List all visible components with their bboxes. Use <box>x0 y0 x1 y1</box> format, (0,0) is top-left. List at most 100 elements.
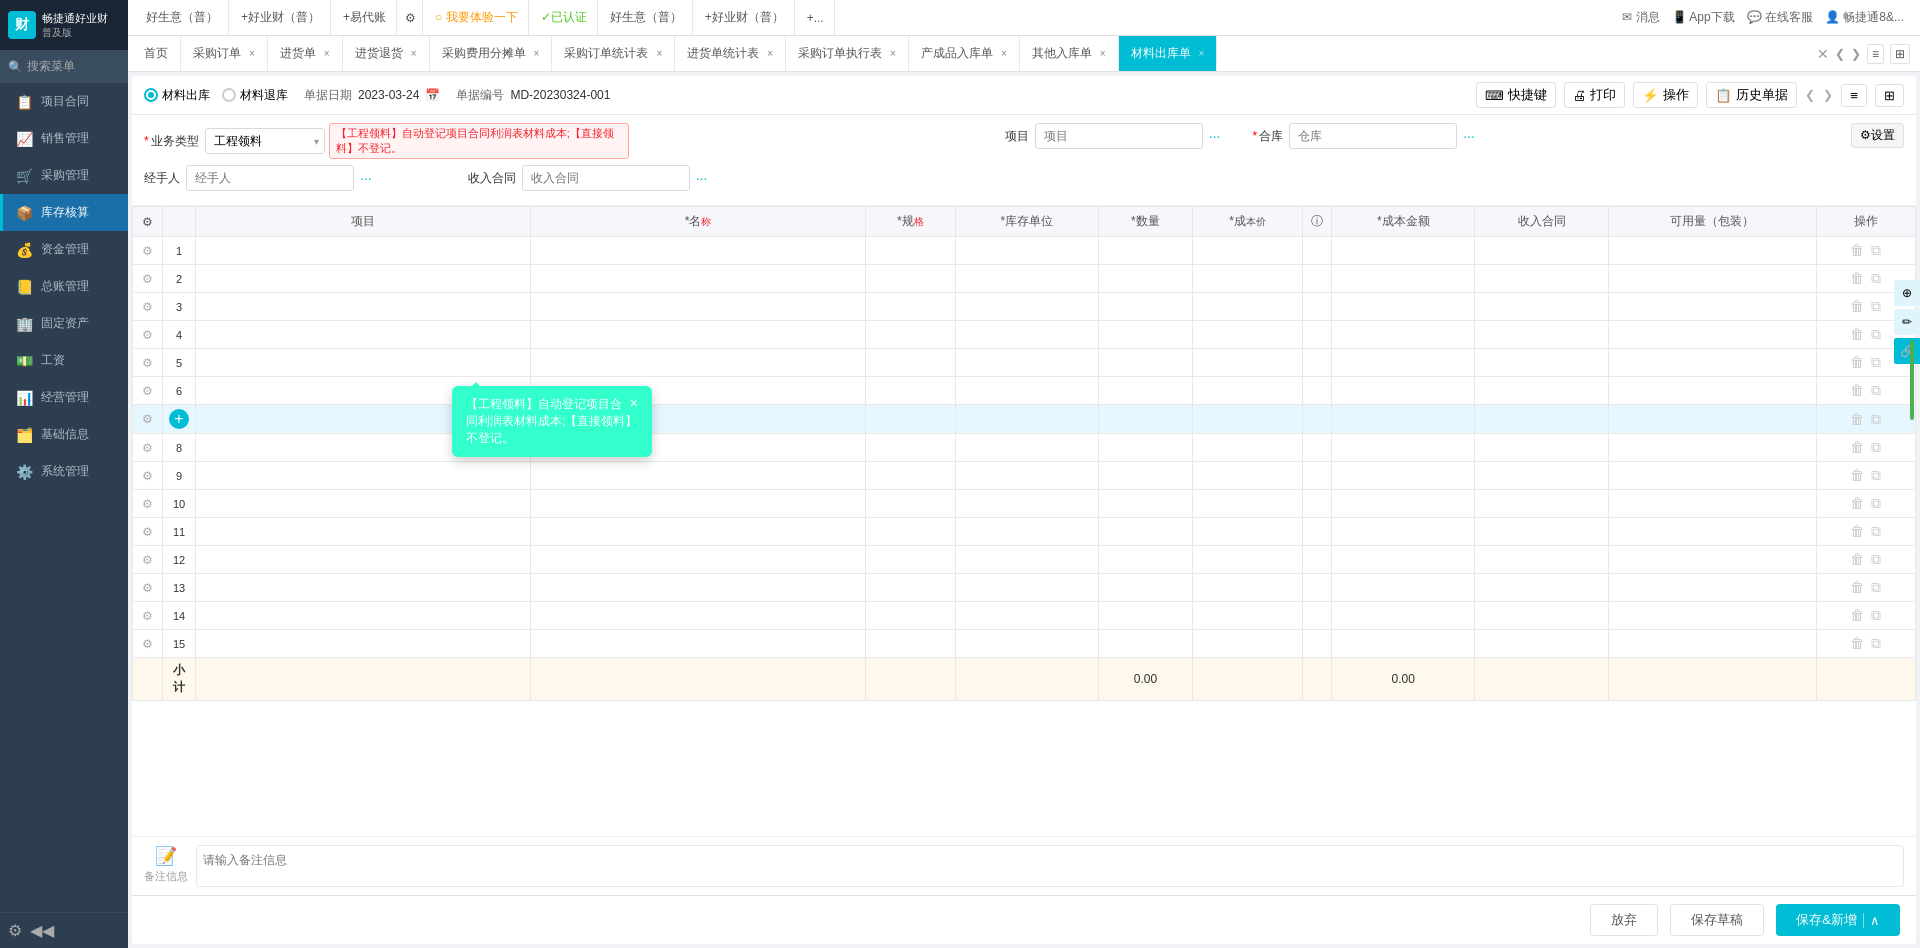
tab-next-btn[interactable]: ❯ <box>1851 47 1861 61</box>
business-type-select[interactable]: 工程领料 直接领料 <box>205 128 325 154</box>
row-cost-amount-1[interactable] <box>1332 237 1475 265</box>
delete-row-icon-1[interactable]: 🗑 <box>1850 242 1864 258</box>
row-cost-price-9[interactable] <box>1192 462 1302 490</box>
radio-material-out[interactable]: 材料出库 <box>144 87 210 104</box>
row-unit-2[interactable] <box>955 265 1098 293</box>
row-spec-8[interactable] <box>866 434 956 462</box>
row-qty-13[interactable] <box>1099 574 1193 602</box>
row-cost-amount-13[interactable] <box>1332 574 1475 602</box>
row-cost-price-12[interactable] <box>1192 546 1302 574</box>
row-income-contract-14[interactable] <box>1475 602 1609 630</box>
row-spec-9[interactable] <box>866 462 956 490</box>
save-dropdown-icon[interactable]: ∧ <box>1863 913 1880 928</box>
row-income-contract-9[interactable] <box>1475 462 1609 490</box>
row-income-contract-2[interactable] <box>1475 265 1609 293</box>
row-gear-3[interactable]: ⚙ <box>133 293 163 321</box>
product-3[interactable]: +好业财（普） <box>695 0 795 35</box>
row-spec-14[interactable] <box>866 602 956 630</box>
copy-row-icon-12[interactable]: ⧉ <box>1871 551 1881 567</box>
row-name-4[interactable] <box>531 321 866 349</box>
row-cost-amount-6[interactable] <box>1332 377 1475 405</box>
delete-row-icon-15[interactable]: 🗑 <box>1850 635 1864 651</box>
row-gear-6[interactable]: ⚙ <box>133 377 163 405</box>
radio-material-return[interactable]: 材料退库 <box>222 87 288 104</box>
delete-row-icon-13[interactable]: 🗑 <box>1850 579 1864 595</box>
settings-button[interactable]: ⚙设置 <box>1851 123 1904 148</box>
row-project-12[interactable] <box>196 546 531 574</box>
tab-purchase-exec[interactable]: 采购订单执行表 × <box>786 36 909 71</box>
close-tab-purchase-exec[interactable]: × <box>890 48 896 59</box>
row-income-contract-5[interactable] <box>1475 349 1609 377</box>
income-contract-input[interactable] <box>522 165 690 191</box>
row-cost-amount-5[interactable] <box>1332 349 1475 377</box>
row-name-12[interactable] <box>531 546 866 574</box>
close-tab-receipt-return[interactable]: × <box>411 48 417 59</box>
list-view-btn[interactable]: ≡ <box>1867 44 1884 64</box>
row-spec-10[interactable] <box>866 490 956 518</box>
close-tab-purchase-expense[interactable]: × <box>534 48 540 59</box>
row-cost-amount-14[interactable] <box>1332 602 1475 630</box>
delete-row-icon-14[interactable]: 🗑 <box>1850 607 1864 623</box>
row-unit-15[interactable] <box>955 630 1098 658</box>
project-input[interactable] <box>1035 123 1203 149</box>
row-gear-14[interactable]: ⚙ <box>133 602 163 630</box>
row-gear-10[interactable]: ⚙ <box>133 490 163 518</box>
close-all-btn[interactable]: ✕ <box>1817 46 1829 62</box>
row-qty-9[interactable] <box>1099 462 1193 490</box>
close-tab-material-out[interactable]: × <box>1199 48 1205 59</box>
warehouse-dots[interactable]: ··· <box>1463 128 1475 144</box>
tab-product-in[interactable]: 产成品入库单 × <box>909 36 1020 71</box>
copy-row-icon-7[interactable]: ⧉ <box>1871 411 1881 427</box>
row-gear-9[interactable]: ⚙ <box>133 462 163 490</box>
row-gear-13[interactable]: ⚙ <box>133 574 163 602</box>
col-header-gear[interactable]: ⚙ <box>133 207 163 237</box>
row-cost-amount-10[interactable] <box>1332 490 1475 518</box>
copy-row-icon-11[interactable]: ⧉ <box>1871 523 1881 539</box>
row-cost-price-7[interactable] <box>1192 405 1302 434</box>
tab-prev-btn[interactable]: ❮ <box>1835 47 1845 61</box>
row-qty-7[interactable] <box>1099 405 1193 434</box>
delete-row-icon-3[interactable]: 🗑 <box>1850 298 1864 314</box>
copy-row-icon-15[interactable]: ⧉ <box>1871 635 1881 651</box>
sidebar-item-finance[interactable]: 💰资金管理 <box>0 231 128 268</box>
business-type-select-wrapper[interactable]: 工程领料 直接领料 <box>205 128 325 154</box>
right-icon-1[interactable]: ⊕ <box>1894 280 1920 306</box>
sidebar-item-sales[interactable]: 📈销售管理 <box>0 120 128 157</box>
sidebar-item-project[interactable]: 📋项目合同 <box>0 83 128 120</box>
row-income-contract-13[interactable] <box>1475 574 1609 602</box>
operations-btn[interactable]: ⚡ 操作 <box>1633 82 1698 108</box>
product-more[interactable]: +... <box>797 0 835 35</box>
row-income-contract-7[interactable] <box>1475 405 1609 434</box>
row-name-14[interactable] <box>531 602 866 630</box>
row-unit-10[interactable] <box>955 490 1098 518</box>
row-spec-1[interactable] <box>866 237 956 265</box>
row-cost-amount-8[interactable] <box>1332 434 1475 462</box>
row-qty-4[interactable] <box>1099 321 1193 349</box>
grid-view-toggle[interactable]: ⊞ <box>1875 84 1904 107</box>
product-yidaizhang[interactable]: +易代账 <box>333 0 397 35</box>
copy-row-icon-3[interactable]: ⧉ <box>1871 298 1881 314</box>
row-unit-14[interactable] <box>955 602 1098 630</box>
row-unit-3[interactable] <box>955 293 1098 321</box>
row-name-11[interactable] <box>531 518 866 546</box>
product-settings-icon[interactable]: ⚙ <box>399 0 423 35</box>
save-new-button[interactable]: 保存&新增 ∧ <box>1776 904 1900 936</box>
search-menu[interactable]: 🔍 搜索菜单 <box>0 50 128 83</box>
message-btn[interactable]: ✉ 消息 <box>1622 9 1659 26</box>
sidebar-item-basics[interactable]: 🗂️基础信息 <box>0 416 128 453</box>
abandon-button[interactable]: 放弃 <box>1590 904 1658 936</box>
row-name-1[interactable] <box>531 237 866 265</box>
tab-purchase-order[interactable]: 采购订单 × <box>181 36 268 71</box>
sidebar-item-accounting[interactable]: 📒总账管理 <box>0 268 128 305</box>
row-name-13[interactable] <box>531 574 866 602</box>
row-qty-10[interactable] <box>1099 490 1193 518</box>
handler-dots[interactable]: ··· <box>360 170 372 186</box>
row-qty-8[interactable] <box>1099 434 1193 462</box>
row-qty-2[interactable] <box>1099 265 1193 293</box>
row-qty-14[interactable] <box>1099 602 1193 630</box>
row-gear-11[interactable]: ⚙ <box>133 518 163 546</box>
nav-next-doc[interactable]: ❯ <box>1823 88 1833 102</box>
row-cost-amount-12[interactable] <box>1332 546 1475 574</box>
tab-receipt-stat[interactable]: 进货单统计表 × <box>675 36 786 71</box>
row-cost-price-15[interactable] <box>1192 630 1302 658</box>
